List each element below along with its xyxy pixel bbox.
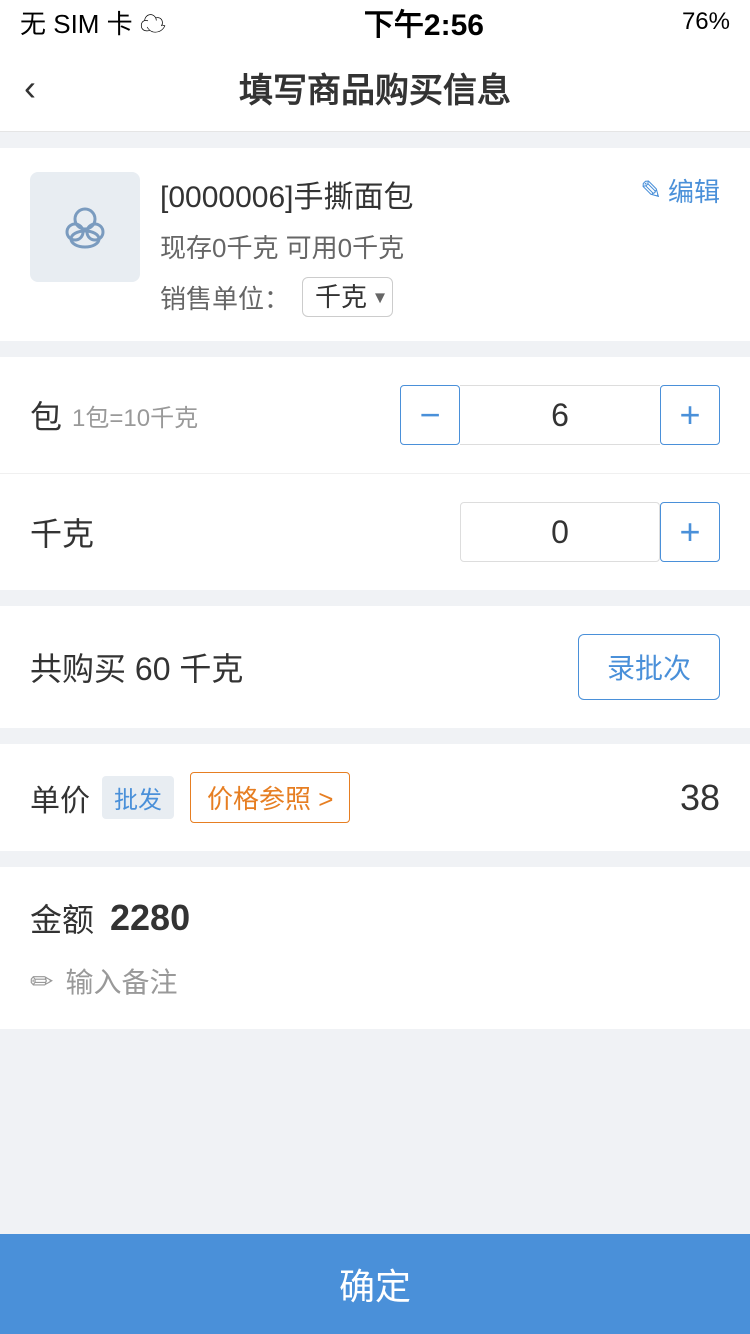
product-card: [0000006]手撕面包 现存0千克 可用0千克 销售单位： 千克 ✎ 编辑 [0, 148, 750, 341]
batch-button[interactable]: 录批次 [578, 634, 720, 700]
product-name: [0000006]手撕面包 [160, 172, 720, 216]
total-section: 共购买 60 千克 录批次 [0, 606, 750, 728]
total-text: 共购买 60 千克 [30, 644, 243, 690]
price-section: 单价 批发 价格参照 > 38 [0, 744, 750, 851]
nav-bar: ‹ 填写商品购买信息 [0, 44, 750, 132]
status-right: 76% [682, 8, 730, 36]
price-ref-button[interactable]: 价格参照 > [190, 772, 350, 823]
product-unit-row: 销售单位： 千克 [160, 277, 720, 317]
product-stock: 现存0千克 可用0千克 [160, 228, 720, 265]
remark-placeholder: 输入备注 [65, 961, 177, 1001]
edit-button[interactable]: ✎ 编辑 [640, 172, 720, 209]
status-bar: 无 SIM 卡 ☁ 下午2:56 76% [0, 0, 750, 44]
price-value: 38 [680, 777, 720, 819]
edit-label: 编辑 [668, 172, 720, 209]
back-button[interactable]: ‹ [24, 67, 36, 109]
quantity-section: 包 1包=10千克 − + 千克 + [0, 357, 750, 590]
quantity-row-bao: 包 1包=10千克 − + [0, 357, 750, 474]
amount-row: 金额 2280 [30, 895, 720, 941]
spacer [0, 1029, 750, 1234]
edit-icon: ✎ [640, 175, 662, 206]
page-title: 填写商品购买信息 [239, 63, 511, 112]
quantity-input-kg[interactable] [460, 502, 660, 562]
quantity-input-bao[interactable] [460, 385, 660, 445]
product-info: [0000006]手撕面包 现存0千克 可用0千克 销售单位： 千克 [160, 172, 720, 317]
amount-value: 2280 [110, 897, 190, 939]
unit-label: 销售单位： [160, 279, 290, 316]
price-label: 单价 [30, 776, 90, 820]
amount-section: 金额 2280 ✏ 输入备注 [0, 867, 750, 1029]
quantity-row-kg: 千克 + [0, 474, 750, 590]
unit-select-wrapper[interactable]: 千克 [302, 277, 393, 317]
status-time: 下午2:56 [364, 0, 484, 44]
status-left: 无 SIM 卡 ☁ [20, 4, 166, 41]
battery-icon: 76% [682, 8, 730, 36]
increase-button-kg[interactable]: + [660, 502, 720, 562]
unit-select[interactable]: 千克 [302, 277, 393, 317]
decrease-button-bao[interactable]: − [400, 385, 460, 445]
quantity-controls-bao: − + [400, 385, 720, 445]
product-image-icon [55, 197, 115, 257]
unit-label-bao: 包 [30, 392, 62, 438]
amount-label: 金额 [30, 895, 94, 941]
remark-row[interactable]: ✏ 输入备注 [30, 961, 720, 1001]
increase-button-bao[interactable]: + [660, 385, 720, 445]
unit-hint-bao: 1包=10千克 [72, 398, 198, 433]
price-tag: 批发 [102, 776, 174, 819]
unit-label-kg: 千克 [30, 509, 94, 555]
quantity-controls-kg: + [460, 502, 720, 562]
remark-icon: ✏ [30, 965, 53, 998]
confirm-button[interactable]: 确定 [0, 1234, 750, 1334]
product-thumbnail [30, 172, 140, 282]
